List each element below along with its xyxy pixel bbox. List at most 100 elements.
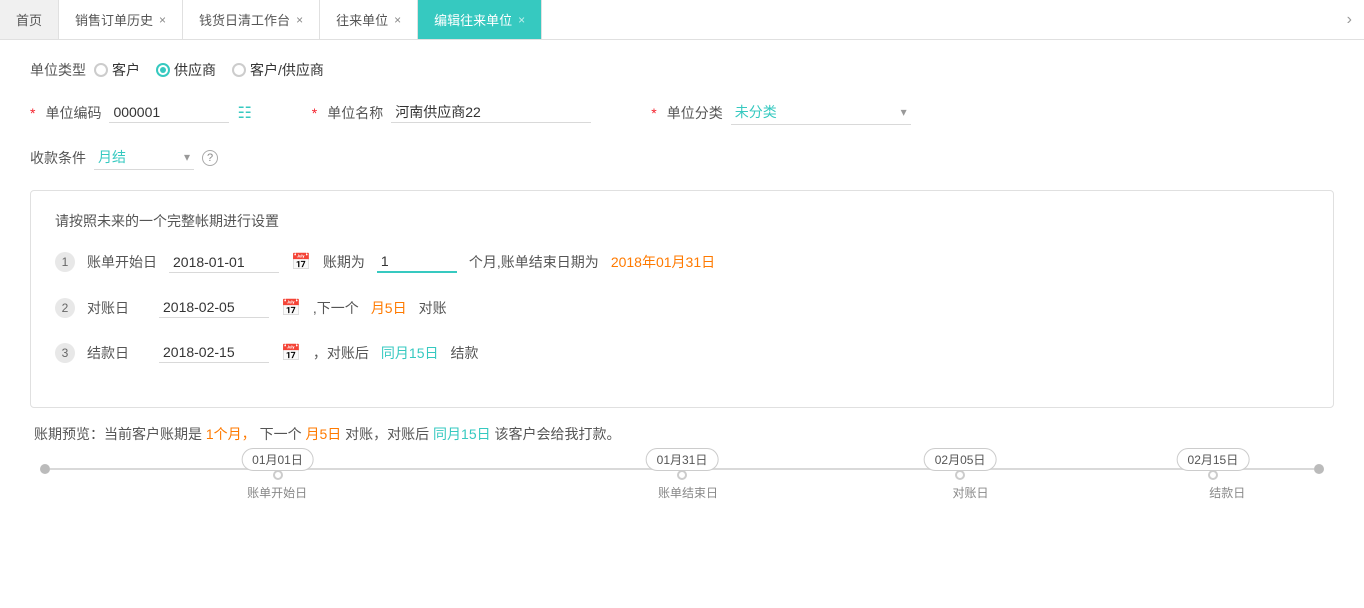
radio-supplier-label: 供应商 xyxy=(174,60,216,80)
tab-close-icon[interactable]: × xyxy=(394,14,401,26)
period-label-1: 账单开始日 xyxy=(87,252,157,272)
required-star2: * xyxy=(312,105,317,121)
unit-info-row: * 单位编码 ☷ * 单位名称 * 单位分类 未分类 ▾ xyxy=(30,100,1334,125)
timeline-inner-dot-3 xyxy=(955,470,965,480)
period-month-unit: 个月,账单结束日期为 xyxy=(469,252,599,272)
period-row2-prefix: ,下一个 xyxy=(313,298,359,318)
period-box-title: 请按照未来的一个完整帐期进行设置 xyxy=(55,211,1309,231)
period-num-3: 3 xyxy=(55,343,75,363)
account-preview: 账期预览：当前客户账期是 1个月， 下一个 月5日 对账，对账后 同月15日 该… xyxy=(30,424,1334,444)
unit-code-group: * 单位编码 ☷ xyxy=(30,102,252,123)
period-row3-highlight: 同月15日 xyxy=(381,343,439,363)
period-setting-box: 请按照未来的一个完整帐期进行设置 1 账单开始日 📅 账期为 个月,账单结束日期… xyxy=(30,190,1334,408)
period-num-1: 1 xyxy=(55,252,75,272)
preview-highlight3: 同月15日 xyxy=(433,426,491,442)
preview-suffix: 该客户会给我打款。 xyxy=(495,426,621,442)
timeline-line: 01月01日 01月31日 02月05日 02月15 xyxy=(50,468,1314,470)
unit-code-input[interactable] xyxy=(109,102,229,123)
timeline-container: 01月01日 01月31日 02月05日 02月15 xyxy=(40,464,1324,514)
required-star3: * xyxy=(651,105,656,121)
period-month-input[interactable] xyxy=(377,251,457,273)
period-row-1: 1 账单开始日 📅 账期为 个月,账单结束日期为 2018年01月31日 xyxy=(55,251,1309,273)
calendar-icon-2[interactable]: 📅 xyxy=(281,298,301,318)
tab-close-icon[interactable]: × xyxy=(518,14,525,26)
chevron-down-icon2: ▾ xyxy=(184,150,190,164)
timeline-dot-holder-2 xyxy=(677,448,687,480)
timeline-inner-dot-2 xyxy=(677,470,687,480)
tab-home-label: 首页 xyxy=(16,10,42,29)
tab-edit-counterpart-unit[interactable]: 编辑往来单位 × xyxy=(418,0,542,39)
period-row3-suffix: 结款 xyxy=(451,343,479,363)
tab-label: 钱货日清工作台 xyxy=(199,10,290,29)
unit-name-input[interactable] xyxy=(391,102,591,123)
period-num-2: 2 xyxy=(55,298,75,318)
timeline-start-dot xyxy=(40,464,50,474)
period-row2-suffix: 对账 xyxy=(419,298,447,318)
radio-circle-customer xyxy=(94,63,108,77)
tab-cash-goods-workbench[interactable]: 钱货日清工作台 × xyxy=(183,0,320,39)
unit-class-label: 单位分类 xyxy=(667,103,723,123)
timeline-label-1: 账单开始日 xyxy=(247,484,307,501)
period-row3-prefix: ，对账后 xyxy=(313,343,369,363)
period-label-2: 对账日 xyxy=(87,298,147,318)
payment-condition-value: 月结 xyxy=(98,147,180,167)
timeline-end-dot xyxy=(1314,464,1324,474)
period-row2-highlight: 月5日 xyxy=(371,298,407,318)
unit-type-label: 单位类型 xyxy=(30,60,86,80)
period-month-label: 账期为 xyxy=(323,252,365,272)
tab-counterpart-unit[interactable]: 往来单位 × xyxy=(320,0,418,39)
expand-icon[interactable]: › xyxy=(1335,0,1364,39)
timeline-inner-dot-1 xyxy=(273,470,283,480)
preview-highlight2: 月5日 xyxy=(305,426,341,442)
radio-customer-supplier[interactable]: 客户/供应商 xyxy=(232,60,324,80)
unit-type-group: 单位类型 客户 供应商 客户/供应商 xyxy=(30,60,324,80)
radio-circle-supplier xyxy=(156,63,170,77)
preview-middle2: 对账，对账后 xyxy=(345,426,429,442)
timeline-dot-holder-3 xyxy=(955,448,965,480)
chevron-down-icon: ▾ xyxy=(901,105,907,119)
tab-label: 销售订单历史 xyxy=(75,10,153,29)
help-icon[interactable]: ? xyxy=(202,150,218,166)
radio-customer-label: 客户 xyxy=(112,60,140,80)
payment-condition-select[interactable]: 月结 ▾ xyxy=(94,145,194,170)
timeline-label-4: 结款日 xyxy=(1209,484,1245,501)
timeline-label-3: 对账日 xyxy=(952,484,988,501)
unit-code-label: 单位编码 xyxy=(45,103,101,123)
radio-cs-label: 客户/供应商 xyxy=(250,60,324,80)
radio-customer[interactable]: 客户 xyxy=(94,60,140,80)
payment-condition-group: 收款条件 月结 ▾ ? xyxy=(30,145,218,170)
tab-close-icon[interactable]: × xyxy=(296,14,303,26)
calendar-icon-1[interactable]: 📅 xyxy=(291,252,311,272)
period-label-3: 结款日 xyxy=(87,343,147,363)
period-end-date-highlight: 2018年01月31日 xyxy=(611,252,715,272)
tab-home[interactable]: 首页 xyxy=(0,0,59,39)
unit-class-group: * 单位分类 未分类 ▾ xyxy=(651,100,910,125)
period-row-3: 3 结款日 📅 ，对账后 同月15日 结款 xyxy=(55,342,1309,363)
unit-class-select[interactable]: 未分类 ▾ xyxy=(731,100,911,125)
preview-middle1: 下一个 xyxy=(260,426,302,442)
unit-class-value: 未分类 xyxy=(735,102,897,122)
unit-type-row: 单位类型 客户 供应商 客户/供应商 xyxy=(30,60,1334,80)
tab-close-icon[interactable]: × xyxy=(159,14,166,26)
page-content: 单位类型 客户 供应商 客户/供应商 * 单位编码 xyxy=(0,40,1364,608)
calendar-icon-3[interactable]: 📅 xyxy=(281,343,301,363)
required-star: * xyxy=(30,105,35,121)
period-reconcile-date-input[interactable] xyxy=(159,297,269,318)
tab-sales-order-history[interactable]: 销售订单历史 × xyxy=(59,0,183,39)
unit-name-label: 单位名称 xyxy=(327,103,383,123)
preview-prefix: 账期预览：当前客户账期是 xyxy=(34,426,202,442)
tab-label: 往来单位 xyxy=(336,10,388,29)
tab-label: 编辑往来单位 xyxy=(434,10,512,29)
unit-name-group: * 单位名称 xyxy=(312,102,591,123)
period-start-date-input[interactable] xyxy=(169,252,279,273)
radio-group-unit-type: 客户 供应商 客户/供应商 xyxy=(94,60,324,80)
period-payment-date-input[interactable] xyxy=(159,342,269,363)
radio-circle-cs xyxy=(232,63,246,77)
radio-supplier[interactable]: 供应商 xyxy=(156,60,216,80)
period-row-2: 2 对账日 📅 ,下一个 月5日 对账 xyxy=(55,297,1309,318)
timeline-label-2: 账单结束日 xyxy=(658,484,718,501)
copy-icon[interactable]: ☷ xyxy=(237,103,251,123)
timeline-inner-dot-4 xyxy=(1208,470,1218,480)
tab-bar: 首页 销售订单历史 × 钱货日清工作台 × 往来单位 × 编辑往来单位 × › xyxy=(0,0,1364,40)
payment-condition-label: 收款条件 xyxy=(30,148,86,168)
